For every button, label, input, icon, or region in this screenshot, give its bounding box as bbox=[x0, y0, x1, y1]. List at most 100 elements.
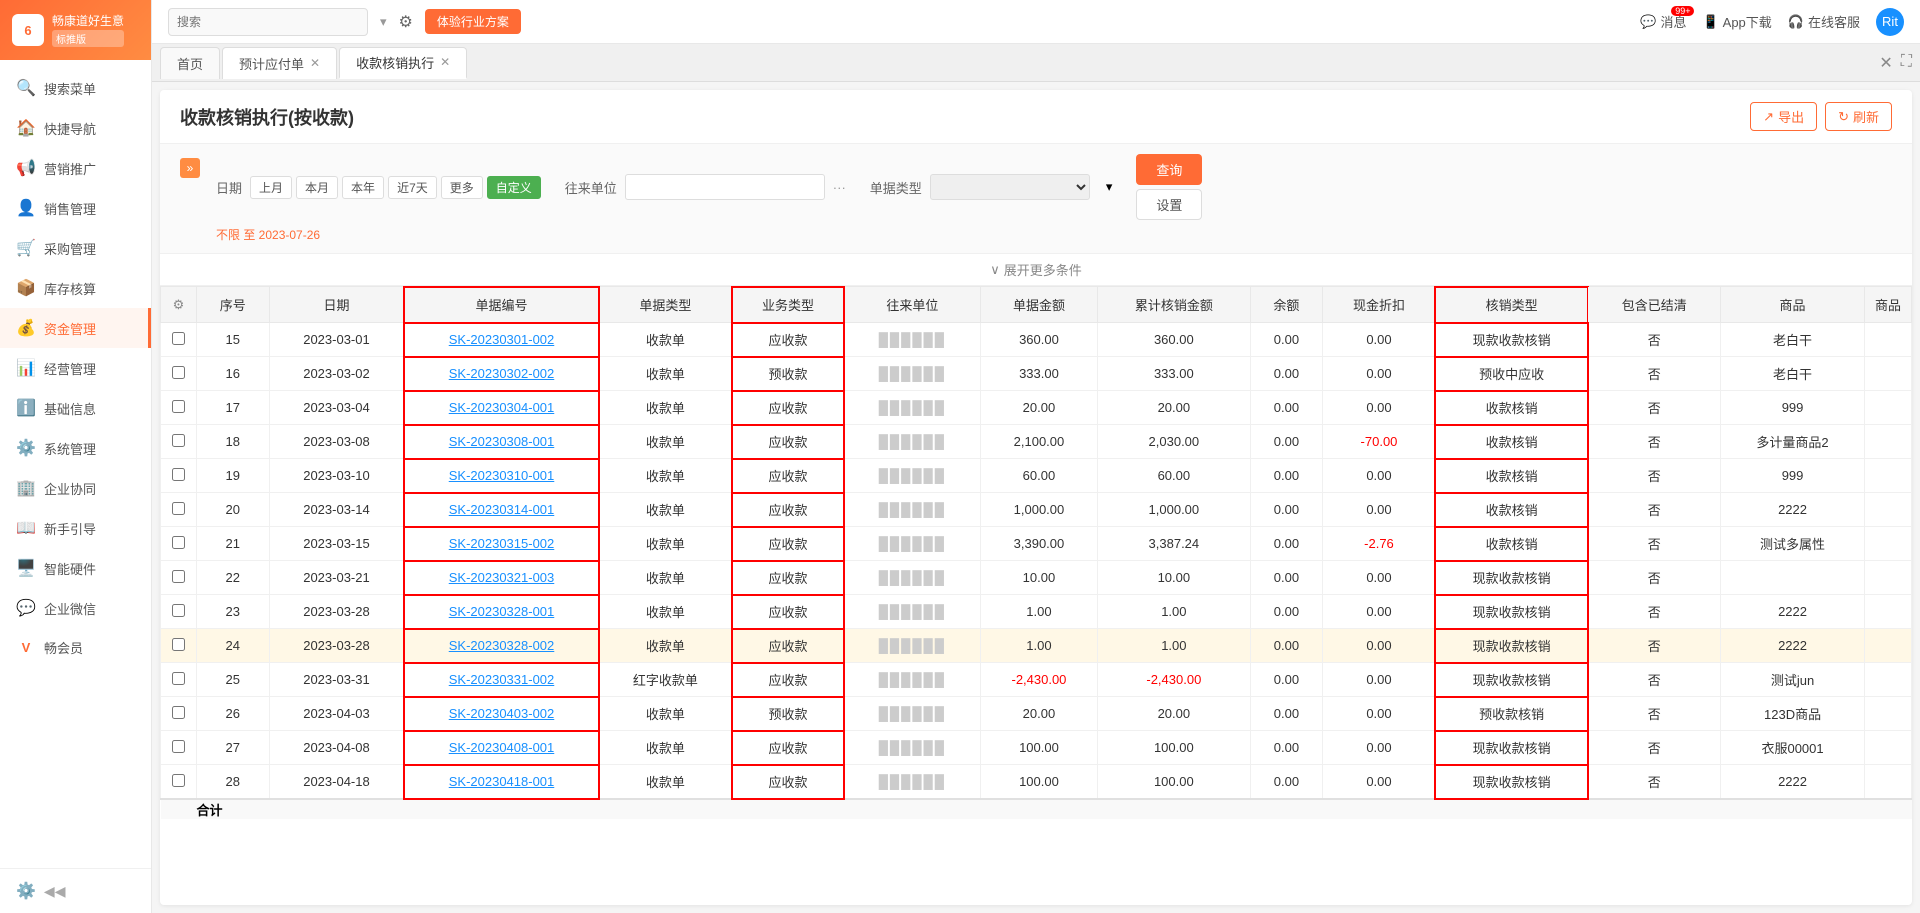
bill-no-link[interactable]: SK-20230418-001 bbox=[449, 774, 555, 789]
cell-checkbox[interactable] bbox=[161, 561, 197, 595]
table-row[interactable]: 24 2023-03-28 SK-20230328-002 收款单 应收款 ██… bbox=[161, 629, 1912, 663]
partner-input[interactable] bbox=[625, 174, 825, 200]
sidebar-item-guide[interactable]: 📖 新手引导 bbox=[0, 508, 151, 548]
bill-no-link[interactable]: SK-20230302-002 bbox=[449, 366, 555, 381]
sidebar-item-purchase[interactable]: 🛒 采购管理 bbox=[0, 228, 151, 268]
sidebar-item-search[interactable]: 🔍 搜索菜单 bbox=[0, 68, 151, 108]
bill-no-link[interactable]: SK-20230328-002 bbox=[449, 638, 555, 653]
sidebar-item-sales[interactable]: 👤 销售管理 bbox=[0, 188, 151, 228]
sidebar-item-basic-info[interactable]: ℹ️ 基础信息 bbox=[0, 388, 151, 428]
table-row[interactable]: 27 2023-04-08 SK-20230408-001 收款单 应收款 ██… bbox=[161, 731, 1912, 765]
date-btn-custom[interactable]: 自定义 bbox=[487, 176, 541, 199]
tab-collection-close[interactable]: ✕ bbox=[440, 55, 450, 69]
filter-toggle-button[interactable]: » bbox=[180, 158, 200, 178]
tab-home[interactable]: 首页 bbox=[160, 47, 220, 79]
table-row[interactable]: 21 2023-03-15 SK-20230315-002 收款单 应收款 ██… bbox=[161, 527, 1912, 561]
online-service-item[interactable]: 🎧 在线客服 bbox=[1788, 12, 1860, 31]
cell-bill-no[interactable]: SK-20230314-001 bbox=[404, 493, 599, 527]
sidebar-item-inventory[interactable]: 📦 库存核算 bbox=[0, 268, 151, 308]
column-settings-icon[interactable]: ⚙ bbox=[173, 297, 185, 312]
cell-bill-no[interactable]: SK-20230308-001 bbox=[404, 425, 599, 459]
cell-checkbox[interactable] bbox=[161, 595, 197, 629]
table-row[interactable]: 23 2023-03-28 SK-20230328-001 收款单 应收款 ██… bbox=[161, 595, 1912, 629]
table-row[interactable]: 25 2023-03-31 SK-20230331-002 红字收款单 应收款 … bbox=[161, 663, 1912, 697]
cell-checkbox[interactable] bbox=[161, 425, 197, 459]
table-row[interactable]: 19 2023-03-10 SK-20230310-001 收款单 应收款 ██… bbox=[161, 459, 1912, 493]
cell-bill-no[interactable]: SK-20230302-002 bbox=[404, 357, 599, 391]
tab-advance[interactable]: 预计应付单 ✕ bbox=[222, 47, 337, 79]
bill-no-link[interactable]: SK-20230308-001 bbox=[449, 434, 555, 449]
cell-bill-no[interactable]: SK-20230408-001 bbox=[404, 731, 599, 765]
table-row[interactable]: 18 2023-03-08 SK-20230308-001 收款单 应收款 ██… bbox=[161, 425, 1912, 459]
sidebar-item-hardware[interactable]: 🖥️ 智能硬件 bbox=[0, 548, 151, 588]
cell-bill-no[interactable]: SK-20230304-001 bbox=[404, 391, 599, 425]
voucher-type-select[interactable] bbox=[930, 174, 1090, 200]
cell-bill-no[interactable]: SK-20230328-001 bbox=[404, 595, 599, 629]
cell-checkbox[interactable] bbox=[161, 527, 197, 561]
tab-advance-close[interactable]: ✕ bbox=[310, 56, 320, 70]
tab-collection[interactable]: 收款核销执行 ✕ bbox=[339, 47, 467, 79]
col-gear[interactable]: ⚙ bbox=[161, 287, 197, 323]
cell-bill-no[interactable]: SK-20230331-002 bbox=[404, 663, 599, 697]
table-container[interactable]: ⚙ 序号 日期 单据编号 单据类型 业务类型 往来单位 单据金额 累计核销金额 … bbox=[160, 286, 1912, 905]
close-tab-icon[interactable]: ✕ bbox=[1879, 53, 1892, 73]
cell-checkbox[interactable] bbox=[161, 697, 197, 731]
dropdown-arrow-icon[interactable]: ▾ bbox=[380, 14, 387, 30]
bill-no-link[interactable]: SK-20230310-001 bbox=[449, 468, 555, 483]
setting-button[interactable]: 设置 bbox=[1136, 189, 1202, 220]
table-row[interactable]: 17 2023-03-04 SK-20230304-001 收款单 应收款 ██… bbox=[161, 391, 1912, 425]
query-button[interactable]: 查询 bbox=[1136, 154, 1202, 185]
table-row[interactable]: 16 2023-03-02 SK-20230302-002 收款单 预收款 ██… bbox=[161, 357, 1912, 391]
cell-bill-no[interactable]: SK-20230321-003 bbox=[404, 561, 599, 595]
app-download-item[interactable]: 📱 App下载 bbox=[1702, 12, 1771, 31]
cell-checkbox[interactable] bbox=[161, 731, 197, 765]
export-button[interactable]: ↗ 导出 bbox=[1750, 102, 1817, 131]
messages-item[interactable]: 💬 消息 99+ bbox=[1640, 12, 1686, 31]
bill-no-link[interactable]: SK-20230304-001 bbox=[449, 400, 555, 415]
date-btn-this-year[interactable]: 本年 bbox=[342, 176, 384, 199]
table-row[interactable]: 20 2023-03-14 SK-20230314-001 收款单 应收款 ██… bbox=[161, 493, 1912, 527]
bill-no-link[interactable]: SK-20230321-003 bbox=[449, 570, 555, 585]
cell-checkbox[interactable] bbox=[161, 459, 197, 493]
collapse-icon[interactable]: ◀◀ bbox=[44, 883, 66, 900]
cell-checkbox[interactable] bbox=[161, 765, 197, 800]
cell-bill-no[interactable]: SK-20230310-001 bbox=[404, 459, 599, 493]
cell-checkbox[interactable] bbox=[161, 493, 197, 527]
cell-bill-no[interactable]: SK-20230315-002 bbox=[404, 527, 599, 561]
table-row[interactable]: 26 2023-04-03 SK-20230403-002 收款单 预收款 ██… bbox=[161, 697, 1912, 731]
date-btn-7days[interactable]: 近7天 bbox=[388, 176, 437, 199]
cell-checkbox[interactable] bbox=[161, 391, 197, 425]
cell-bill-no[interactable]: SK-20230403-002 bbox=[404, 697, 599, 731]
sidebar-item-finance[interactable]: 💰 资金管理 bbox=[0, 308, 151, 348]
cell-checkbox[interactable] bbox=[161, 323, 197, 357]
search-input[interactable] bbox=[168, 8, 368, 36]
cell-checkbox[interactable] bbox=[161, 629, 197, 663]
date-btn-more[interactable]: 更多 bbox=[441, 176, 483, 199]
cell-bill-no[interactable]: SK-20230328-002 bbox=[404, 629, 599, 663]
bill-no-link[interactable]: SK-20230331-002 bbox=[449, 672, 555, 687]
maximize-icon[interactable]: ⛶ bbox=[1901, 53, 1912, 73]
bill-no-link[interactable]: SK-20230301-002 bbox=[449, 332, 555, 347]
bill-no-link[interactable]: SK-20230403-002 bbox=[449, 706, 555, 721]
date-btn-this-month[interactable]: 本月 bbox=[296, 176, 338, 199]
sidebar-item-member[interactable]: V 畅会员 bbox=[0, 628, 151, 667]
bill-no-link[interactable]: SK-20230328-001 bbox=[449, 604, 555, 619]
bill-no-link[interactable]: SK-20230314-001 bbox=[449, 502, 555, 517]
table-row[interactable]: 28 2023-04-18 SK-20230418-001 收款单 应收款 ██… bbox=[161, 765, 1912, 800]
table-row[interactable]: 15 2023-03-01 SK-20230301-002 收款单 应收款 ██… bbox=[161, 323, 1912, 357]
sidebar-item-system[interactable]: ⚙️ 系统管理 bbox=[0, 428, 151, 468]
bill-no-link[interactable]: SK-20230315-002 bbox=[449, 536, 555, 551]
table-row[interactable]: 22 2023-03-21 SK-20230321-003 收款单 应收款 ██… bbox=[161, 561, 1912, 595]
cell-bill-no[interactable]: SK-20230418-001 bbox=[404, 765, 599, 800]
sidebar-item-marketing[interactable]: 📢 营销推广 bbox=[0, 148, 151, 188]
cell-checkbox[interactable] bbox=[161, 663, 197, 697]
bill-no-link[interactable]: SK-20230408-001 bbox=[449, 740, 555, 755]
expand-more-button[interactable]: ∨ 展开更多条件 bbox=[990, 260, 1082, 279]
user-avatar[interactable]: Rit bbox=[1876, 8, 1904, 36]
refresh-button[interactable]: ↻ 刷新 bbox=[1825, 102, 1892, 131]
settings-icon[interactable]: ⚙️ bbox=[16, 881, 36, 901]
date-btn-last-month[interactable]: 上月 bbox=[250, 176, 292, 199]
cell-checkbox[interactable] bbox=[161, 357, 197, 391]
cell-bill-no[interactable]: SK-20230301-002 bbox=[404, 323, 599, 357]
sidebar-item-operations[interactable]: 📊 经营管理 bbox=[0, 348, 151, 388]
